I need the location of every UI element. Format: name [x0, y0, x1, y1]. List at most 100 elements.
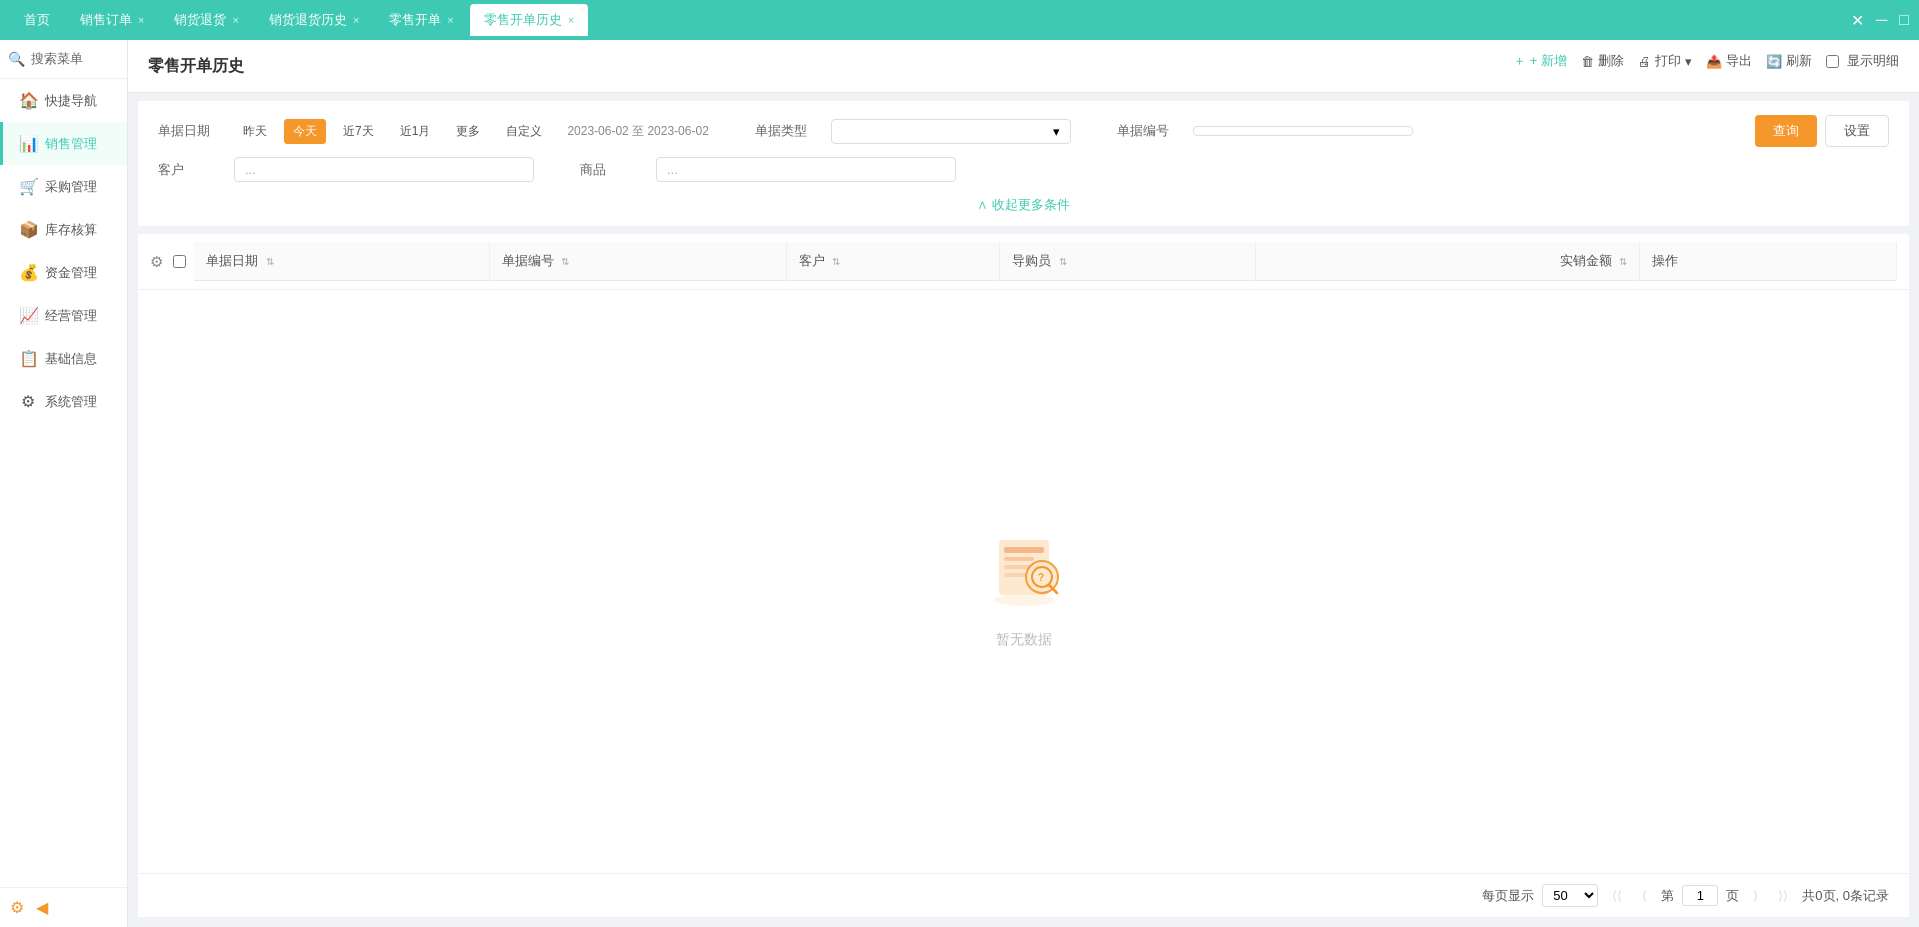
- per-page-label: 每页显示: [1482, 887, 1534, 905]
- col-date: 单据日期 ⇅: [194, 242, 489, 281]
- table-settings-icon[interactable]: ⚙: [150, 253, 163, 271]
- tab-sales-return-history-label: 销货退货历史: [269, 11, 347, 29]
- nav-tabs: 首页 销售订单 × 销货退货 × 销货退货历史 × 零售开单 × 零售开单历史 …: [10, 4, 1851, 36]
- sort-amount-icon[interactable]: ⇅: [1619, 256, 1627, 267]
- sidebar-item-finance[interactable]: 💰 资金管理: [0, 251, 127, 294]
- sort-order-no-icon[interactable]: ⇅: [561, 256, 569, 267]
- top-right-controls: ✕ ─ □: [1851, 11, 1909, 30]
- select-all-checkbox[interactable]: [173, 255, 186, 268]
- close-sales-return-icon[interactable]: ×: [232, 14, 238, 26]
- svg-rect-3: [1004, 557, 1034, 561]
- customer-input[interactable]: ...: [234, 157, 534, 182]
- finance-icon: 💰: [19, 263, 37, 282]
- last-page-btn[interactable]: ⟩⟩: [1772, 886, 1794, 905]
- sidebar-search[interactable]: 🔍 搜索菜单: [0, 40, 127, 79]
- last1month-btn[interactable]: 近1月: [391, 119, 440, 144]
- delete-label: 删除: [1598, 52, 1624, 70]
- sort-date-icon[interactable]: ⇅: [266, 256, 274, 267]
- table-header: 单据日期 ⇅ 单据编号 ⇅ 客户 ⇅: [194, 242, 1897, 281]
- maximize-icon[interactable]: □: [1899, 11, 1909, 29]
- per-page-select[interactable]: 50 100 200: [1542, 884, 1598, 907]
- empty-text: 暂无数据: [996, 631, 1052, 649]
- sidebar-item-inventory[interactable]: 📦 库存核算: [0, 208, 127, 251]
- product-label: 商品: [580, 161, 640, 179]
- col-operations: 操作: [1640, 242, 1897, 281]
- tab-retail-order-history[interactable]: 零售开单历史 ×: [470, 4, 588, 36]
- settings-bottom-icon[interactable]: ⚙: [10, 898, 24, 917]
- minimize-icon[interactable]: ─: [1876, 11, 1887, 29]
- sort-customer-icon[interactable]: ⇅: [832, 256, 840, 267]
- today-btn[interactable]: 今天: [284, 119, 326, 144]
- prev-page-btn[interactable]: ⟨: [1636, 886, 1653, 905]
- first-page-btn[interactable]: ⟨⟨: [1606, 886, 1628, 905]
- refresh-icon: 🔄: [1766, 54, 1782, 69]
- sort-guide-icon[interactable]: ⇅: [1059, 256, 1067, 267]
- close-window-icon[interactable]: ✕: [1851, 11, 1864, 30]
- sidebar-item-purchase[interactable]: 🛒 采购管理: [0, 165, 127, 208]
- display-toggle[interactable]: 显示明细: [1826, 52, 1899, 70]
- print-dropdown-icon: ▾: [1685, 54, 1692, 69]
- dropdown-chevron-icon: ▾: [1053, 124, 1060, 139]
- add-label: + 新增: [1530, 52, 1567, 70]
- sidebar-item-basic-info-label: 基础信息: [45, 350, 97, 368]
- quick-nav-icon: 🏠: [19, 91, 37, 110]
- next-page-btn[interactable]: ⟩: [1747, 886, 1764, 905]
- display-toggle-label: 显示明细: [1847, 52, 1899, 70]
- order-type-dropdown[interactable]: ▾: [831, 119, 1071, 144]
- content-area: 零售开单历史 ＋ + 新增 🗑 删除 🖨 打印 ▾ 📤 导出: [128, 40, 1919, 927]
- tab-sales-return-label: 销货退货: [174, 11, 226, 29]
- sidebar-bottom: ⚙ ◀: [0, 887, 127, 927]
- close-retail-order-icon[interactable]: ×: [447, 14, 453, 26]
- close-sales-order-icon[interactable]: ×: [138, 14, 144, 26]
- query-button[interactable]: 查询: [1755, 115, 1817, 147]
- sidebar-item-purchase-label: 采购管理: [45, 178, 97, 196]
- more-btn[interactable]: 更多: [447, 119, 489, 144]
- tab-home[interactable]: 首页: [10, 4, 64, 36]
- custom-btn[interactable]: 自定义: [497, 119, 551, 144]
- sidebar-item-operations-label: 经营管理: [45, 307, 97, 325]
- sidebar-item-basic-info[interactable]: 📋 基础信息: [0, 337, 127, 380]
- filter-row-2: 客户 ... 商品 ...: [158, 157, 1889, 182]
- collapse-sidebar-icon[interactable]: ◀: [36, 898, 48, 917]
- sidebar-item-sales-label: 销售管理: [45, 135, 97, 153]
- display-toggle-checkbox[interactable]: [1826, 55, 1839, 68]
- svg-text:?: ?: [1038, 572, 1044, 583]
- sidebar-search-label: 搜索菜单: [31, 50, 83, 68]
- export-button[interactable]: 📤 导出: [1706, 52, 1752, 70]
- add-icon: ＋: [1513, 52, 1526, 70]
- product-input[interactable]: ...: [656, 157, 956, 182]
- page-input[interactable]: [1682, 885, 1718, 906]
- settings-button[interactable]: 设置: [1825, 115, 1889, 147]
- product-placeholder: ...: [667, 162, 678, 177]
- page-header-bar: 零售开单历史 ＋ + 新增 🗑 删除 🖨 打印 ▾ 📤 导出: [128, 40, 1919, 93]
- system-icon: ⚙: [19, 392, 37, 411]
- print-button[interactable]: 🖨 打印 ▾: [1638, 52, 1692, 70]
- col-guide: 导购员 ⇅: [1000, 242, 1255, 281]
- delete-button[interactable]: 🗑 删除: [1581, 52, 1624, 70]
- sidebar-item-system[interactable]: ⚙ 系统管理: [0, 380, 127, 423]
- close-retail-order-history-icon[interactable]: ×: [568, 14, 574, 26]
- tab-retail-order-label: 零售开单: [389, 11, 441, 29]
- sidebar-item-quick-nav[interactable]: 🏠 快捷导航: [0, 79, 127, 122]
- filter-card: 单据日期 昨天 今天 近7天 近1月 更多 自定义 2023-06-02 至 2…: [138, 101, 1909, 226]
- close-sales-return-history-icon[interactable]: ×: [353, 14, 359, 26]
- yesterday-btn[interactable]: 昨天: [234, 119, 276, 144]
- pagination: 每页显示 50 100 200 ⟨⟨ ⟨ 第 页 ⟩ ⟩⟩ 共0页, 0条记录: [138, 873, 1909, 917]
- order-no-input[interactable]: [1193, 126, 1413, 136]
- tab-sales-return-history[interactable]: 销货退货历史 ×: [255, 4, 373, 36]
- tab-sales-return[interactable]: 销货退货 ×: [160, 4, 252, 36]
- tab-sales-order[interactable]: 销售订单 ×: [66, 4, 158, 36]
- add-button[interactable]: ＋ + 新增: [1513, 52, 1567, 70]
- last7days-btn[interactable]: 近7天: [334, 119, 383, 144]
- collapse-conditions[interactable]: ∧ 收起更多条件: [158, 192, 1889, 218]
- sidebar: 🔍 搜索菜单 🏠 快捷导航 📊 销售管理 🛒 采购管理 📦 库存核算 💰 资金管…: [0, 40, 128, 927]
- tab-retail-order[interactable]: 零售开单 ×: [375, 4, 467, 36]
- customer-label: 客户: [158, 161, 218, 179]
- refresh-button[interactable]: 🔄 刷新: [1766, 52, 1812, 70]
- operations-icon: 📈: [19, 306, 37, 325]
- sidebar-item-operations[interactable]: 📈 经营管理: [0, 294, 127, 337]
- delete-icon: 🗑: [1581, 54, 1594, 69]
- order-type-label: 单据类型: [755, 122, 815, 140]
- sidebar-item-sales[interactable]: 📊 销售管理: [0, 122, 127, 165]
- top-nav: 首页 销售订单 × 销货退货 × 销货退货历史 × 零售开单 × 零售开单历史 …: [0, 0, 1919, 40]
